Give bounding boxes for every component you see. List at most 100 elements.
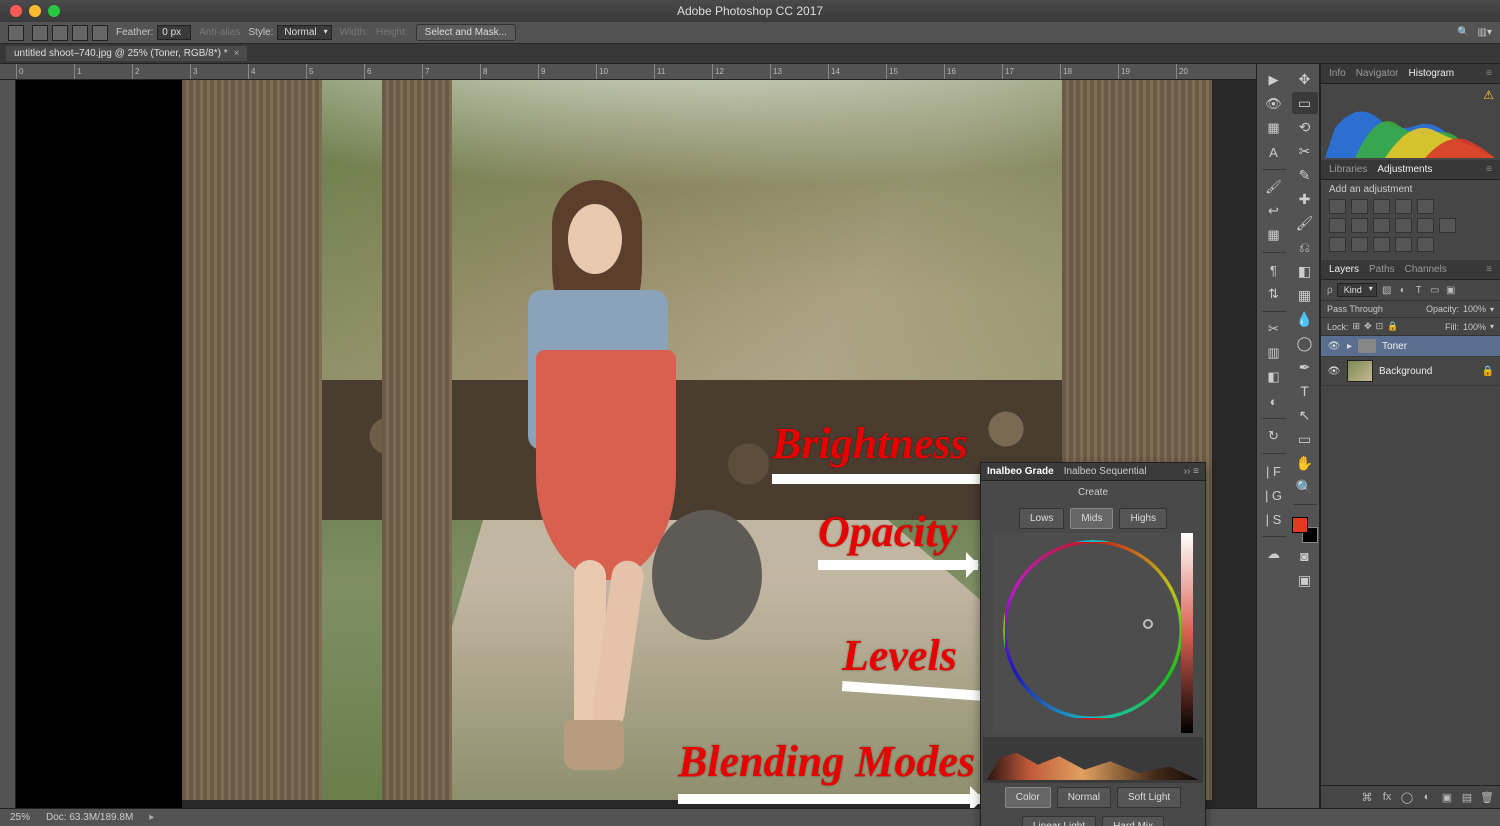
fx-icon[interactable]: fx (1380, 790, 1394, 804)
selection-add-icon[interactable] (52, 25, 68, 41)
fill-value[interactable]: 100% (1463, 322, 1486, 332)
select-and-mask-button[interactable]: Select and Mask... (416, 24, 516, 41)
path-tool[interactable]: ↖ (1292, 404, 1318, 426)
link-layers-icon[interactable]: ⌘ (1360, 790, 1374, 804)
type-tool[interactable]: T (1292, 380, 1318, 402)
collapse-icon[interactable]: ›› ≡ (1184, 466, 1199, 477)
panel-menu-icon[interactable]: ≡ (1486, 164, 1492, 175)
plugin-tab-sequential[interactable]: Inalbeo Sequential (1064, 466, 1147, 477)
lock-icon[interactable]: 🔒 (1482, 366, 1494, 377)
grid-icon[interactable]: ▦ (1263, 118, 1285, 138)
doc-size[interactable]: Doc: 63.3M/189.8M (46, 812, 133, 823)
tab-paths[interactable]: Paths (1369, 264, 1395, 275)
adj-grad-icon[interactable] (1395, 237, 1412, 252)
plugin-tab-grade[interactable]: Inalbeo Grade (987, 466, 1054, 477)
paragraph-icon[interactable]: ¶ (1263, 260, 1285, 280)
group-icon[interactable]: ▣ (1440, 790, 1454, 804)
plugin-mids-button[interactable]: Mids (1070, 508, 1113, 529)
adj-levels-icon[interactable] (1351, 199, 1368, 214)
filter-pixel-icon[interactable]: ▧ (1381, 284, 1393, 296)
adj-mixer-icon[interactable] (1395, 218, 1412, 233)
history-icon[interactable]: ↩ (1263, 201, 1285, 221)
s-icon[interactable]: | S (1263, 509, 1285, 529)
brush-tool[interactable]: 🖌 (1292, 212, 1318, 234)
adj-lut2-icon[interactable] (1439, 218, 1456, 233)
mode-color[interactable]: Color (1005, 787, 1051, 808)
dodge-tool[interactable]: ◯ (1292, 332, 1318, 354)
lock-artboard-icon[interactable]: ⊡ (1376, 321, 1384, 332)
g-icon[interactable]: | G (1263, 485, 1285, 505)
opacity-value[interactable]: 100% (1463, 304, 1486, 314)
close-tab-icon[interactable]: × (234, 48, 240, 59)
layer-row-background[interactable]: 👁 Background 🔒 (1321, 357, 1500, 386)
cloud-icon[interactable]: ☁ (1263, 544, 1285, 564)
adj-curves-icon[interactable] (1373, 199, 1390, 214)
marquee-tool[interactable]: ▭ (1292, 92, 1318, 114)
panel-menu-icon[interactable]: ≡ (1486, 68, 1492, 79)
adjustment-layer-icon[interactable]: ◐ (1420, 790, 1434, 804)
pen-tool[interactable]: ✒ (1292, 356, 1318, 378)
selection-subtract-icon[interactable] (72, 25, 88, 41)
lock-pixels-icon[interactable]: ⊞ (1353, 321, 1361, 332)
plugin-create-button[interactable]: Create (981, 481, 1205, 504)
workspace-switcher-icon[interactable]: ▥▾ (1478, 27, 1492, 38)
move-tool[interactable]: ✥ (1292, 68, 1318, 90)
layer-name[interactable]: Toner (1382, 341, 1407, 352)
blur-tool[interactable]: 💧 (1292, 308, 1318, 330)
plugin-color-wheel[interactable] (993, 533, 1193, 733)
plugin-panel-inalbeo[interactable]: Inalbeo Grade Inalbeo Sequential ›› ≡ Cr… (980, 462, 1206, 826)
adj-hue-icon[interactable] (1329, 218, 1346, 233)
crop-tool[interactable]: ✂ (1292, 140, 1318, 162)
adj-bw-icon[interactable] (1351, 218, 1368, 233)
tab-channels[interactable]: Channels (1405, 264, 1447, 275)
tool-preset-icon[interactable] (8, 25, 24, 41)
f-icon[interactable]: | F (1263, 461, 1285, 481)
visibility-icon[interactable]: 👁 (1327, 341, 1341, 352)
adj-vibrance-icon[interactable] (1417, 199, 1434, 214)
character-icon[interactable]: ⇅ (1263, 284, 1285, 304)
zoom-level[interactable]: 25% (10, 812, 30, 823)
zoom-tool[interactable]: 🔍 (1292, 476, 1318, 498)
status-menu-icon[interactable]: ▸ (149, 812, 154, 823)
search-icon[interactable]: 🔍 (1457, 27, 1469, 38)
play-icon[interactable]: ▶ (1263, 70, 1285, 90)
plugin-levels-histogram[interactable] (983, 737, 1203, 783)
mode-softlight[interactable]: Soft Light (1117, 787, 1181, 808)
shape-tool[interactable]: ▭ (1292, 428, 1318, 450)
tab-layers[interactable]: Layers (1329, 264, 1359, 275)
adj-poster-icon[interactable] (1351, 237, 1368, 252)
screenmode-tool[interactable]: ▣ (1292, 569, 1318, 591)
adj-thresh-icon[interactable] (1373, 237, 1390, 252)
swatches-icon[interactable]: ▥ (1263, 343, 1285, 363)
gradient-tool[interactable]: ▦ (1292, 284, 1318, 306)
filter-type-icon[interactable]: T (1413, 284, 1425, 296)
lock-position-icon[interactable]: ✥ (1364, 321, 1372, 332)
lock-all-icon[interactable]: 🔒 (1387, 321, 1398, 332)
tools-icon[interactable]: ✂ (1263, 319, 1285, 339)
hand-tool[interactable]: ✋ (1292, 452, 1318, 474)
color-icon[interactable]: ◐ (1263, 391, 1285, 411)
panel-menu-icon[interactable]: ≡ (1486, 264, 1492, 275)
refresh-icon[interactable]: ↻ (1263, 426, 1285, 446)
mask-icon[interactable]: ◯ (1400, 790, 1414, 804)
text-icon[interactable]: A (1263, 142, 1285, 162)
layer-name[interactable]: Background (1379, 366, 1432, 377)
adj-photo-icon[interactable] (1373, 218, 1390, 233)
adj-invert-icon[interactable] (1329, 237, 1346, 252)
filter-kind-select[interactable]: Kind (1337, 283, 1377, 297)
tab-info[interactable]: Info (1329, 68, 1346, 79)
adj-sel-icon[interactable] (1417, 237, 1434, 252)
color-wheel-handle[interactable] (1143, 619, 1153, 629)
stamp-tool[interactable]: ⎌ (1292, 236, 1318, 258)
brush-panel-icon[interactable]: 🖌 (1263, 177, 1285, 197)
adj-lut-icon[interactable] (1417, 218, 1434, 233)
adj-brightness-icon[interactable] (1329, 199, 1346, 214)
document-tab[interactable]: untitled shoot–740.jpg @ 25% (Toner, RGB… (6, 46, 247, 61)
mode-hardmix[interactable]: Hard Mix (1102, 816, 1164, 826)
new-layer-icon[interactable]: ▤ (1460, 790, 1474, 804)
selection-new-icon[interactable] (32, 25, 48, 41)
tab-navigator[interactable]: Navigator (1356, 68, 1399, 79)
tab-histogram[interactable]: Histogram (1409, 68, 1455, 79)
disclosure-icon[interactable]: ▸ (1347, 341, 1352, 352)
trash-icon[interactable]: 🗑 (1480, 790, 1494, 804)
